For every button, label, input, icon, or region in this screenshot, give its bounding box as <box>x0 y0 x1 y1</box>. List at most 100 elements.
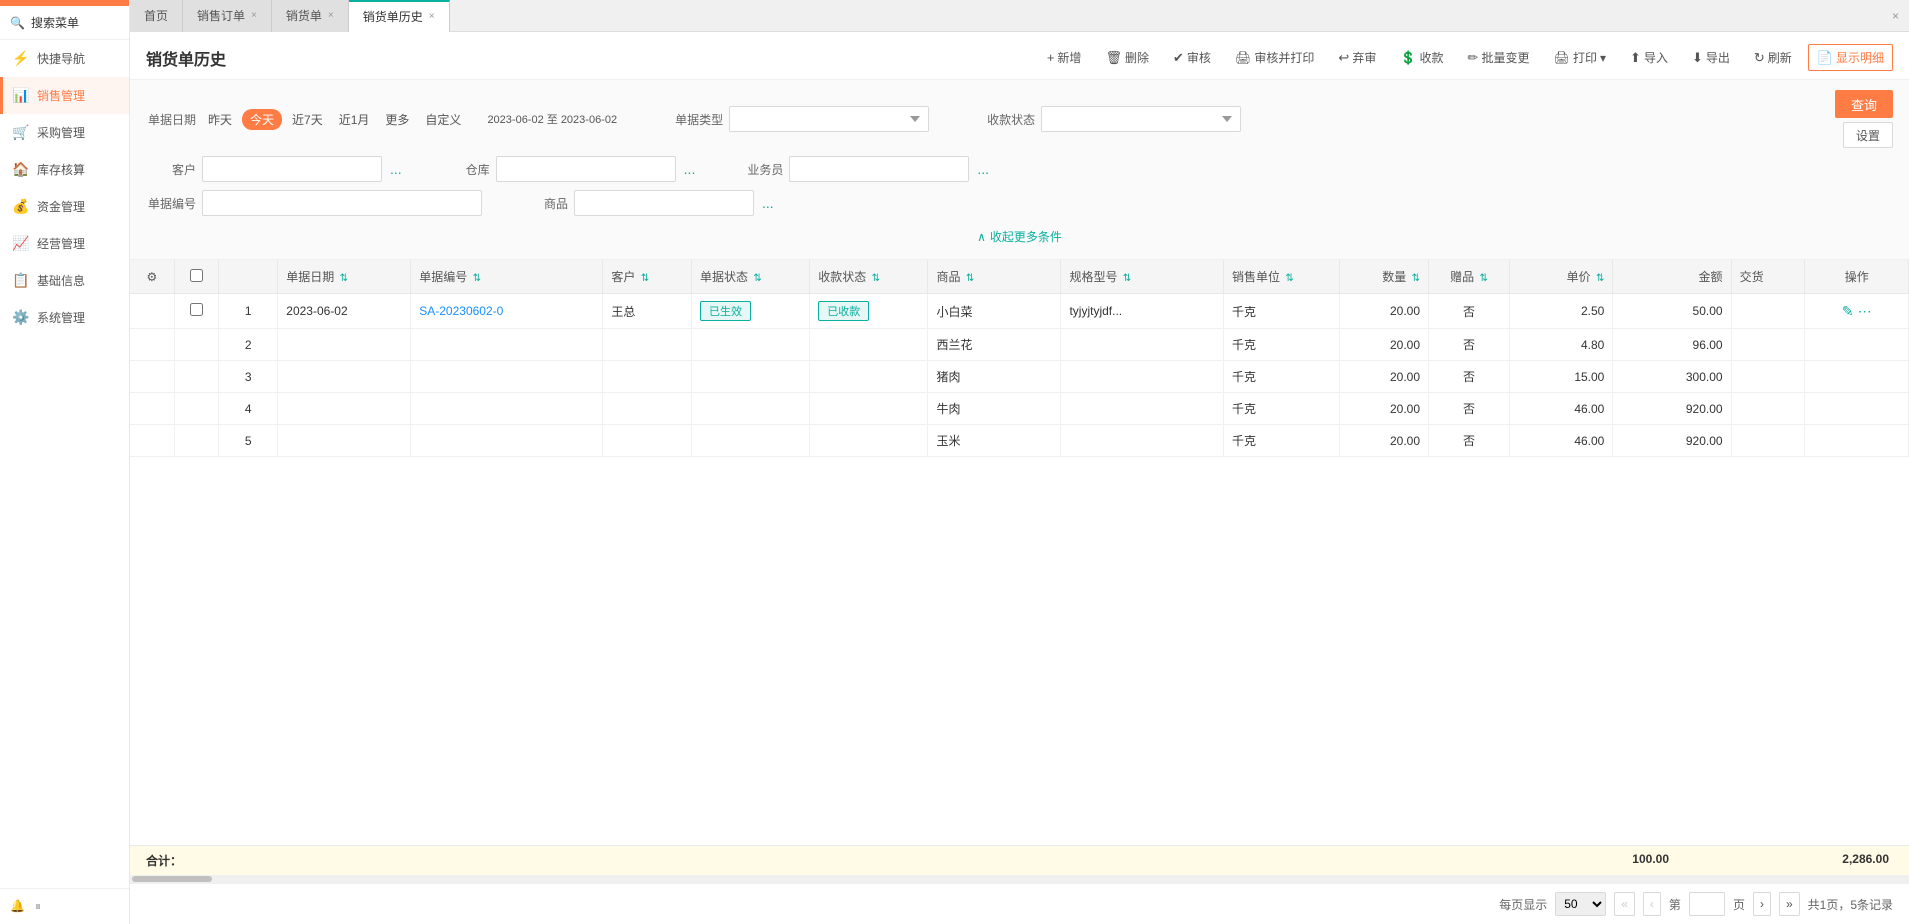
tab-sales-history-close[interactable]: × <box>429 11 435 22</box>
search-menu-button[interactable]: 🔍 搜索菜单 <box>0 6 129 40</box>
filter-warehouse-input[interactable] <box>496 156 676 182</box>
row-checkbox[interactable] <box>190 303 203 316</box>
th-client[interactable]: 客户 ⇅ <box>603 260 692 294</box>
th-code[interactable]: 单据编号 ⇅ <box>411 260 603 294</box>
sidebar-item-quick-nav[interactable]: ⚡ 快捷导航 <box>0 40 129 77</box>
print-button[interactable]: 🖨 打印 ▾ <box>1545 45 1614 70</box>
th-pay-status[interactable]: 收款状态 ⇅ <box>810 260 928 294</box>
sidebar-label-purchase-mgmt: 采购管理 <box>37 124 85 141</box>
refresh-button[interactable]: ↻ 刷新 <box>1746 45 1800 70</box>
tab-home[interactable]: 首页 <box>130 0 183 32</box>
delete-button[interactable]: 🗑 删除 <box>1097 45 1157 70</box>
per-page-select[interactable]: 50 100 <box>1555 892 1606 916</box>
th-qty[interactable]: 数量 ⇅ <box>1340 260 1429 294</box>
th-goods[interactable]: 商品 ⇅ <box>928 260 1061 294</box>
filter-warehouse-picker[interactable]: ... <box>682 161 698 177</box>
abandon-button[interactable]: ↩ 弃审 <box>1330 45 1384 70</box>
footer-label: 合计： <box>130 852 330 869</box>
sidebar-bottom-icon2[interactable]: ⏸ <box>35 899 41 914</box>
select-all-checkbox[interactable] <box>190 269 203 282</box>
search-menu-label: 搜索菜单 <box>31 14 79 31</box>
tab-sales-goods-close[interactable]: × <box>328 10 334 21</box>
more-icon[interactable]: ⋯ <box>1858 303 1872 319</box>
sidebar-item-sys-mgmt[interactable]: ⚙️ 系统管理 <box>0 299 129 336</box>
page-last-btn[interactable]: » <box>1779 892 1800 916</box>
tab-sales-history[interactable]: 销货单历史 × <box>349 0 450 32</box>
sidebar-item-operation[interactable]: 📈 经营管理 <box>0 225 129 262</box>
th-op-label: 操作 <box>1845 270 1869 284</box>
page-next-btn[interactable]: › <box>1753 892 1771 916</box>
export-button[interactable]: ⬇ 导出 <box>1684 45 1738 70</box>
filter-goods-input[interactable] <box>574 190 754 216</box>
sidebar-item-finance[interactable]: 💰 资金管理 <box>0 188 129 225</box>
th-check[interactable] <box>174 260 218 294</box>
filter-goods-picker[interactable]: ... <box>760 195 776 211</box>
row-checkbox-cell <box>174 425 218 457</box>
audit-print-button[interactable]: 🖨 审核并打印 <box>1227 45 1323 70</box>
collect-button[interactable]: 💲 收款 <box>1392 45 1451 70</box>
import-button[interactable]: ⬆ 导入 <box>1622 45 1676 70</box>
tab-sales-order[interactable]: 销售订单 × <box>183 0 272 32</box>
sidebar-item-basic-info[interactable]: 📋 基础信息 <box>0 262 129 299</box>
filter-client-input[interactable] <box>202 156 382 182</box>
date-sort-icon: ⇅ <box>340 273 348 284</box>
filter-salesperson-picker[interactable]: ... <box>975 161 991 177</box>
close-all-tabs[interactable]: × <box>1882 9 1909 23</box>
row-code[interactable]: SA-20230602-0 <box>411 294 603 329</box>
status-sort-icon: ⇅ <box>753 273 761 284</box>
row-op <box>1805 425 1909 457</box>
th-price[interactable]: 单价 ⇅ <box>1509 260 1612 294</box>
th-date[interactable]: 单据日期 ⇅ <box>278 260 411 294</box>
scrollbar-thumb[interactable] <box>132 876 212 882</box>
row-code-link[interactable]: SA-20230602-0 <box>419 304 503 318</box>
th-settings[interactable]: ⚙ <box>130 260 174 294</box>
filter-actions: 查询 设置 <box>1835 90 1893 148</box>
add-label: 新增 <box>1057 49 1081 66</box>
th-status[interactable]: 单据状态 ⇅ <box>692 260 810 294</box>
table-row: 3猪肉千克20.00否15.00300.00 <box>130 361 1909 393</box>
date-btn-today[interactable]: 今天 <box>242 109 282 130</box>
sidebar-item-purchase-mgmt[interactable]: 🛒 采购管理 <box>0 114 129 151</box>
sidebar-item-sales-mgmt[interactable]: 📊 销售管理 <box>0 77 129 114</box>
tab-sales-goods[interactable]: 销货单 × <box>272 0 349 32</box>
page-first-btn[interactable]: « <box>1614 892 1635 916</box>
table-row: 12023-06-02SA-20230602-0王总已生效已收款小白菜tyjyj… <box>130 294 1909 329</box>
filter-date: 单据日期 昨天 今天 近7天 近1月 更多 自定义 <box>146 109 467 130</box>
finance-icon: 💰 <box>13 199 29 215</box>
th-gift[interactable]: 赠品 ⇅ <box>1429 260 1510 294</box>
row-price: 46.00 <box>1509 425 1612 457</box>
horizontal-scrollbar[interactable] <box>130 875 1909 883</box>
filter-salesperson-input[interactable] <box>789 156 969 182</box>
row-amount: 96.00 <box>1613 329 1731 361</box>
filter-doc-no-input[interactable] <box>202 190 482 216</box>
filter-client-picker[interactable]: ... <box>388 161 404 177</box>
th-unit[interactable]: 销售单位 ⇅ <box>1223 260 1339 294</box>
date-btn-7days[interactable]: 近7天 <box>286 109 329 130</box>
row-goods: 西兰花 <box>928 329 1061 361</box>
date-btn-more[interactable]: 更多 <box>379 109 415 130</box>
th-num <box>219 260 278 294</box>
batch-change-button[interactable]: ✏ 批量变更 <box>1460 45 1538 70</box>
date-btn-yesterday[interactable]: 昨天 <box>202 109 238 130</box>
query-button[interactable]: 查询 <box>1835 90 1893 118</box>
add-button[interactable]: + 新增 <box>1039 45 1090 70</box>
set-button[interactable]: 设置 <box>1843 122 1893 148</box>
sidebar-item-inventory[interactable]: 🏠 库存核算 <box>0 151 129 188</box>
row-checkbox-cell <box>174 361 218 393</box>
filter-pay-status-select[interactable] <box>1041 106 1241 132</box>
display-detail-button[interactable]: 📄 显示明细 <box>1808 44 1893 71</box>
audit-button[interactable]: ✔ 审核 <box>1165 45 1219 70</box>
date-btn-1month[interactable]: 近1月 <box>333 109 376 130</box>
row-price: 2.50 <box>1509 294 1612 329</box>
sidebar-bottom-icon1[interactable]: 🔔 <box>10 899 25 914</box>
tab-sales-order-close[interactable]: × <box>251 10 257 21</box>
collapse-conditions-btn[interactable]: ∧ 收起更多条件 <box>973 224 1066 249</box>
page-input[interactable]: 1 <box>1689 892 1725 916</box>
main-content: 首页 销售订单 × 销货单 × 销货单历史 × × 销货单历史 + 新增 <box>130 0 1909 924</box>
tab-sales-history-label: 销货单历史 <box>363 8 423 25</box>
th-spec[interactable]: 规格型号 ⇅ <box>1061 260 1224 294</box>
date-btn-custom[interactable]: 自定义 <box>419 109 467 130</box>
page-prev-btn[interactable]: ‹ <box>1643 892 1661 916</box>
edit-icon[interactable]: ✎ <box>1842 303 1854 319</box>
filter-doc-type-select[interactable] <box>729 106 929 132</box>
